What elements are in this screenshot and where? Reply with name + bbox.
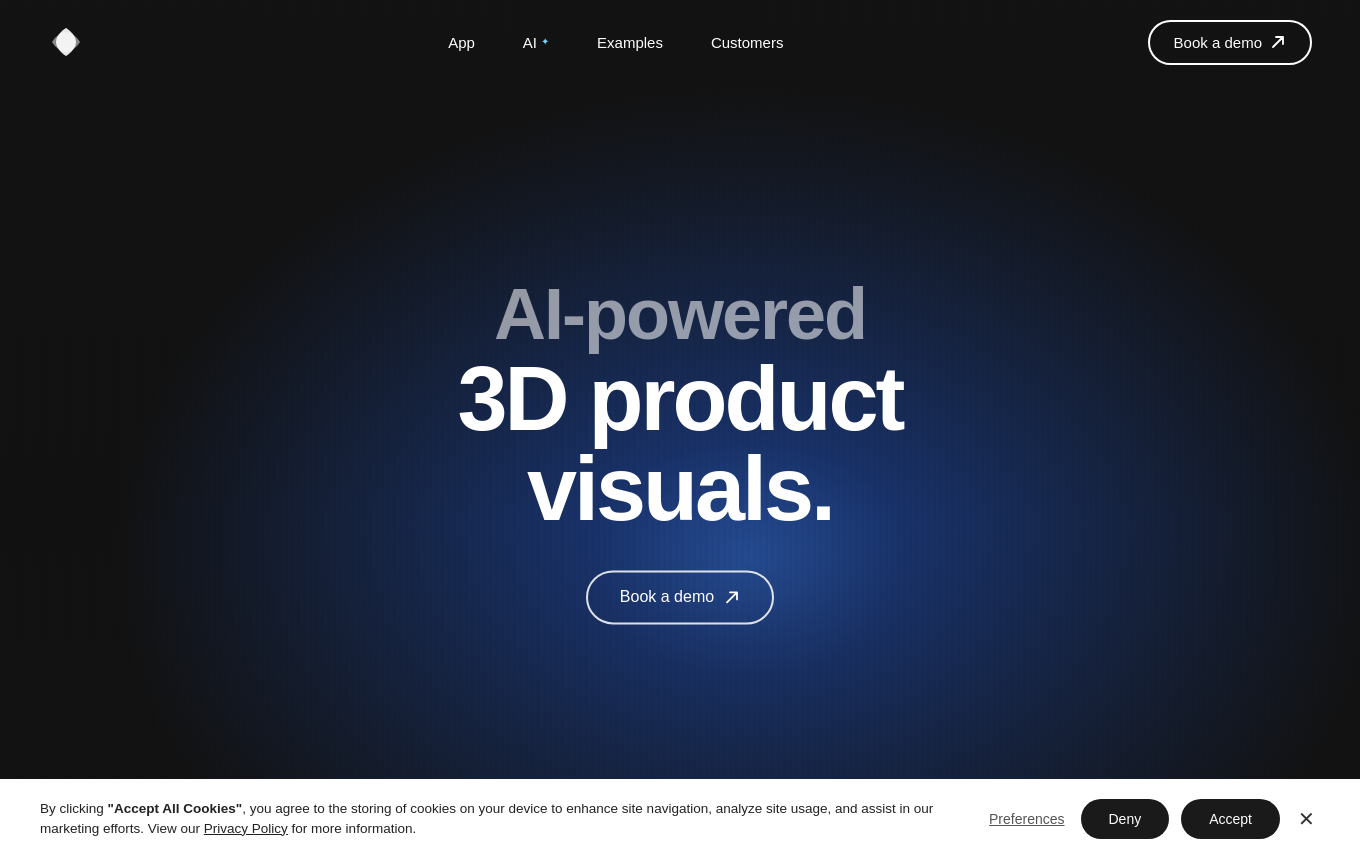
hero-title: 3D product visuals. — [340, 354, 1020, 534]
privacy-policy-link[interactable]: Privacy Policy — [204, 821, 288, 836]
nav-links: App AI✦ Examples Customers — [448, 34, 783, 51]
nav-item-app[interactable]: App — [448, 34, 475, 51]
navbar-book-demo-button[interactable]: Book a demo — [1148, 20, 1312, 65]
arrow-icon — [1270, 34, 1286, 50]
accept-button[interactable]: Accept — [1181, 799, 1280, 839]
hero-content: AI-powered 3D product visuals. Book a de… — [340, 275, 1020, 624]
nav-item-examples[interactable]: Examples — [597, 34, 663, 51]
logo[interactable] — [48, 24, 84, 60]
nav-item-ai[interactable]: AI✦ — [523, 34, 549, 51]
cookie-text: By clicking "Accept All Cookies", you ag… — [40, 799, 961, 840]
cookie-banner: By clicking "Accept All Cookies", you ag… — [0, 779, 1360, 860]
logo-icon — [48, 24, 84, 60]
hero-book-demo-button[interactable]: Book a demo — [586, 570, 774, 624]
ai-badge: ✦ — [541, 37, 549, 47]
navbar: App AI✦ Examples Customers Book a demo — [0, 0, 1360, 84]
nav-item-customers[interactable]: Customers — [711, 34, 784, 51]
preferences-button[interactable]: Preferences — [985, 811, 1068, 827]
cookie-actions: Preferences Deny Accept ✕ — [985, 799, 1320, 839]
deny-button[interactable]: Deny — [1081, 799, 1170, 839]
hero-subtitle: AI-powered — [340, 275, 1020, 354]
close-cookie-banner-button[interactable]: ✕ — [1292, 805, 1320, 833]
hero-arrow-icon — [724, 589, 740, 605]
